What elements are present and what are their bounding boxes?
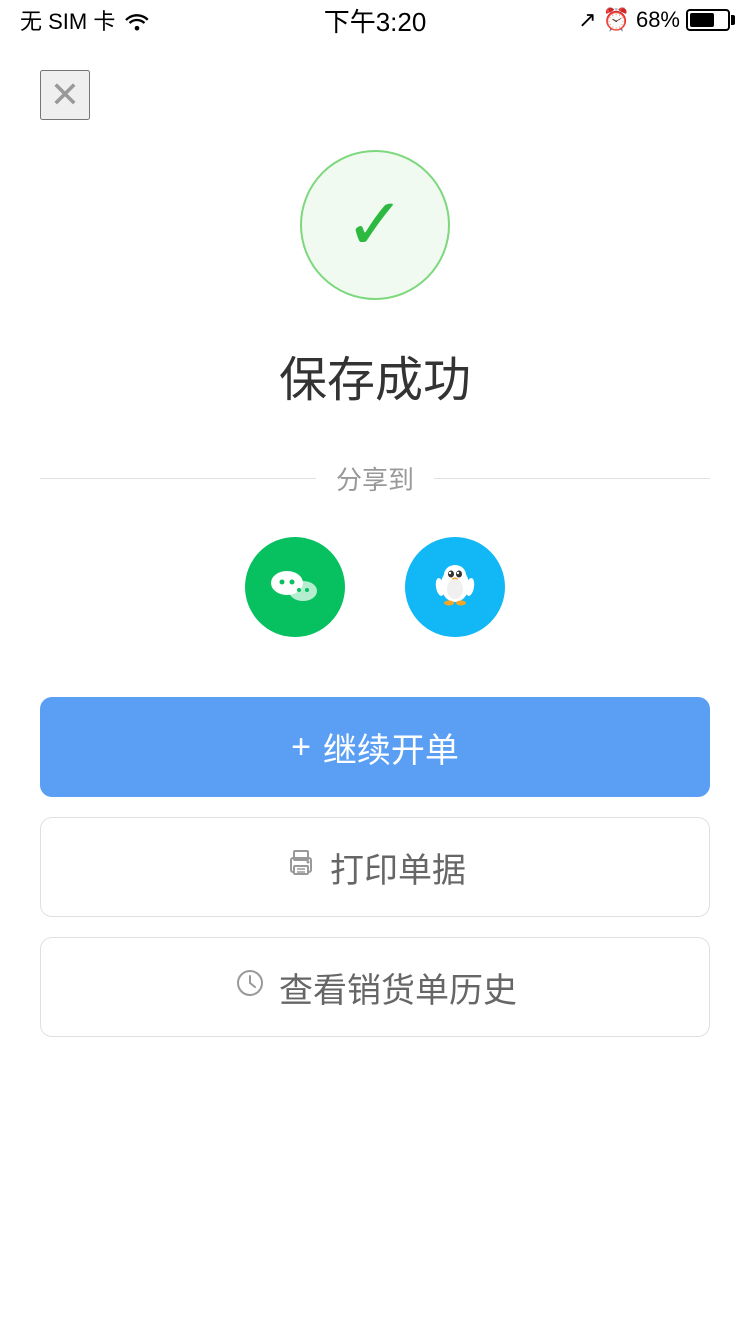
battery-percent: 68% (636, 7, 680, 33)
wechat-icon (265, 557, 325, 617)
qq-icon (425, 557, 485, 617)
status-right: ↗ ⏰ 68% (578, 7, 730, 33)
share-line-right (434, 478, 710, 479)
print-button[interactable]: 打印单据 (40, 817, 710, 917)
print-label: 打印单据 (330, 843, 466, 892)
wechat-share-button[interactable] (245, 537, 345, 637)
close-button[interactable]: ✕ (40, 70, 90, 120)
carrier-text: 无 SIM 卡 (20, 4, 115, 36)
buttons-section: + 继续开单 打印单据 (40, 697, 710, 1037)
location-icon: ↗ (578, 7, 596, 33)
checkmark-icon: ✓ (345, 189, 405, 261)
close-icon: ✕ (50, 77, 80, 113)
status-left: 无 SIM 卡 (20, 4, 151, 36)
history-label: 查看销货单历史 (279, 963, 517, 1012)
continue-label: 继续开单 (323, 723, 459, 772)
battery-fill (690, 13, 714, 27)
main-content: ✕ ✓ 保存成功 分享到 (0, 40, 750, 1334)
qq-share-button[interactable] (405, 537, 505, 637)
alarm-icon: ⏰ (603, 7, 630, 33)
share-line-left (40, 478, 316, 479)
wifi-icon (123, 9, 151, 31)
print-icon (284, 846, 318, 889)
status-time: 下午3:20 (324, 2, 427, 39)
history-button[interactable]: 查看销货单历史 (40, 937, 710, 1037)
battery-icon (686, 9, 730, 31)
share-divider: 分享到 (40, 460, 710, 497)
share-icons (245, 537, 505, 637)
success-circle: ✓ (300, 150, 450, 300)
history-icon (233, 966, 267, 1009)
plus-icon: + (291, 728, 311, 767)
continue-button[interactable]: + 继续开单 (40, 697, 710, 797)
status-bar: 无 SIM 卡 下午3:20 ↗ ⏰ 68% (0, 0, 750, 40)
share-label: 分享到 (336, 460, 414, 497)
success-title: 保存成功 (279, 340, 471, 410)
